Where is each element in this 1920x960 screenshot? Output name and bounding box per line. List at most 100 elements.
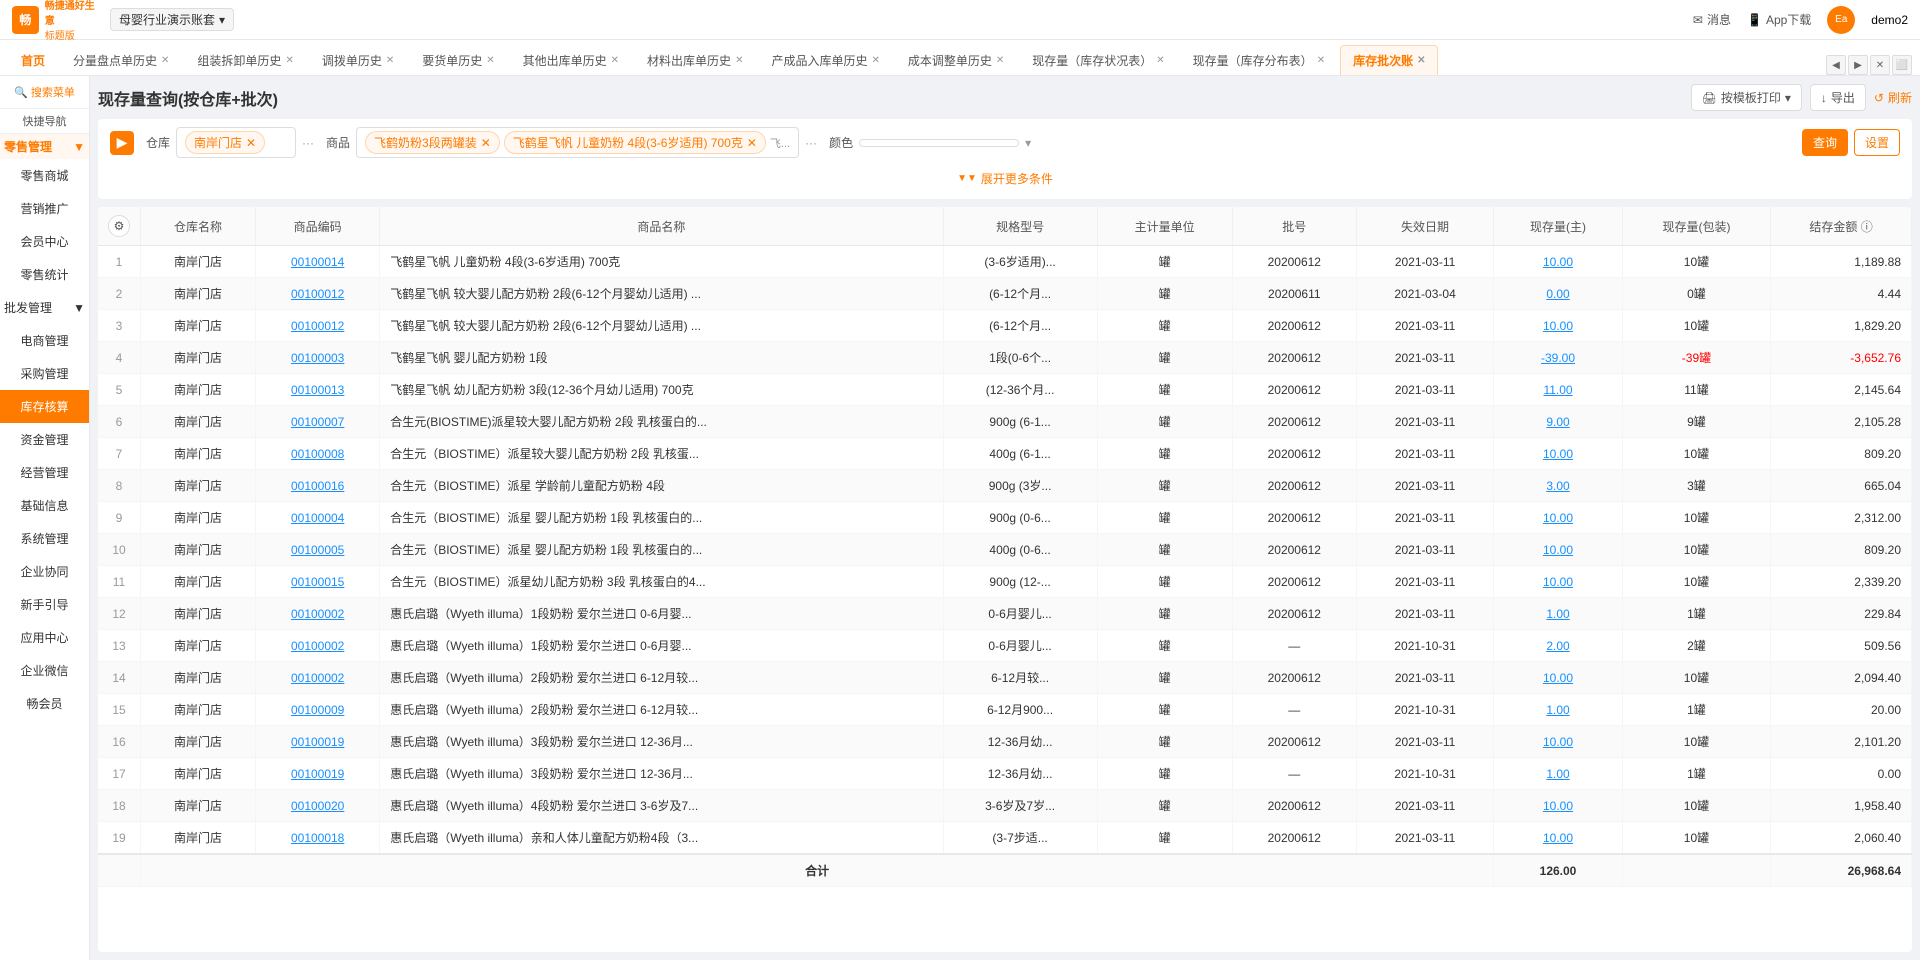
setting-button[interactable]: 设置 xyxy=(1854,129,1900,156)
filter-expand-arrow[interactable]: ▶ xyxy=(110,131,134,155)
color-input-box[interactable] xyxy=(859,139,1019,147)
cell-code[interactable]: 00100020 xyxy=(256,790,380,822)
sidebar-item-system[interactable]: 系统管理 xyxy=(0,522,89,555)
sidebar-item-member[interactable]: 会员中心 xyxy=(0,225,89,258)
refresh-button[interactable]: ↺ 刷新 xyxy=(1874,89,1912,106)
cell-qty-main[interactable]: 10.00 xyxy=(1494,534,1622,566)
close-icon-active[interactable]: ✕ xyxy=(1417,55,1425,66)
cell-code[interactable]: 00100015 xyxy=(256,566,380,598)
sidebar-item-ecommerce[interactable]: 电商管理 xyxy=(0,324,89,357)
sidebar-item-retail-stats[interactable]: 零售统计 xyxy=(0,258,89,291)
cell-code[interactable]: 00100008 xyxy=(256,438,380,470)
cell-qty-main[interactable]: 10.00 xyxy=(1494,502,1622,534)
product-more-icon[interactable]: ··· xyxy=(805,136,817,150)
cell-code[interactable]: 00100007 xyxy=(256,406,380,438)
tab-fenliangpandian[interactable]: 分量盘点单历史 ✕ xyxy=(60,45,182,75)
tab-xiancunliang1[interactable]: 现存量（库存状况表） ✕ xyxy=(1019,45,1177,75)
cell-qty-main[interactable]: 1.00 xyxy=(1494,694,1622,726)
print-button[interactable]: 🖨 按模板打印 ▾ xyxy=(1691,84,1802,111)
cell-code[interactable]: 00100002 xyxy=(256,598,380,630)
sidebar-item-operations[interactable]: 经营管理 xyxy=(0,456,89,489)
sidebar-nav-shortcuts[interactable]: 快捷导航 xyxy=(0,109,89,134)
cell-qty-main[interactable]: 2.00 xyxy=(1494,630,1622,662)
cell-qty-main[interactable]: 10.00 xyxy=(1494,726,1622,758)
cell-qty-main[interactable]: 10.00 xyxy=(1494,790,1622,822)
nav-maximize-button[interactable]: ⬜ xyxy=(1892,55,1912,75)
cell-qty-main[interactable]: 0.00 xyxy=(1494,278,1622,310)
tab-qitachuku[interactable]: 其他出库单历史 ✕ xyxy=(510,45,632,75)
close-icon[interactable]: ✕ xyxy=(996,55,1004,66)
warehouse-more-icon[interactable]: ··· xyxy=(302,136,314,150)
close-icon[interactable]: ✕ xyxy=(285,55,293,66)
sidebar-item-marketing[interactable]: 营销推广 xyxy=(0,192,89,225)
cell-code[interactable]: 00100005 xyxy=(256,534,380,566)
remove-warehouse-icon[interactable]: ✕ xyxy=(246,136,256,150)
cell-code[interactable]: 00100004 xyxy=(256,502,380,534)
sidebar-item-changhui[interactable]: 畅会员 xyxy=(0,687,89,720)
sidebar-item-guide[interactable]: 新手引导 xyxy=(0,588,89,621)
sidebar-item-retail-management[interactable]: 零售管理 ▼ xyxy=(0,134,89,159)
tab-yaohuo[interactable]: 要货单历史 ✕ xyxy=(409,45,507,75)
cell-code[interactable]: 00100012 xyxy=(256,278,380,310)
tab-kucunpici[interactable]: 库存批次账 ✕ xyxy=(1340,45,1438,75)
more-conditions-toggle[interactable]: ▼▼ 展开更多条件 xyxy=(110,166,1900,191)
close-icon[interactable]: ✕ xyxy=(161,55,169,66)
sidebar-search[interactable]: 🔍 搜索菜单 xyxy=(0,76,89,109)
tab-home[interactable]: 首页 xyxy=(8,45,58,75)
message-button[interactable]: ✉ 消息 xyxy=(1693,11,1731,28)
close-icon[interactable]: ✕ xyxy=(386,55,394,66)
tab-diaobodanhistory[interactable]: 调拨单历史 ✕ xyxy=(309,45,407,75)
cell-qty-main[interactable]: 11.00 xyxy=(1494,374,1622,406)
cell-code[interactable]: 00100019 xyxy=(256,758,380,790)
close-icon[interactable]: ✕ xyxy=(735,55,743,66)
sidebar-item-enterprise[interactable]: 企业协同 xyxy=(0,555,89,588)
nav-close-button[interactable]: ✕ xyxy=(1870,55,1890,75)
sidebar-item-finance[interactable]: 资金管理 xyxy=(0,423,89,456)
cell-code[interactable]: 00100014 xyxy=(256,246,380,278)
cell-code[interactable]: 00100002 xyxy=(256,662,380,694)
warehouse-input-box[interactable]: 南岸门店 ✕ xyxy=(176,127,296,158)
nav-right-button[interactable]: ▶ xyxy=(1848,55,1868,75)
cell-qty-main[interactable]: -39.00 xyxy=(1494,342,1622,374)
sidebar-item-retail-shop[interactable]: 零售商城 xyxy=(0,159,89,192)
cell-code[interactable]: 00100002 xyxy=(256,630,380,662)
close-icon[interactable]: ✕ xyxy=(1317,55,1325,66)
sidebar-item-inventory[interactable]: 库存核算 xyxy=(0,390,89,423)
breadcrumb-selector[interactable]: 母婴行业演示账套 ▾ xyxy=(110,8,234,31)
cell-code[interactable]: 00100016 xyxy=(256,470,380,502)
remove-product-tag1-icon[interactable]: ✕ xyxy=(481,136,491,150)
cell-qty-main[interactable]: 10.00 xyxy=(1494,310,1622,342)
sidebar-item-wholesale[interactable]: 批发管理 ▼ xyxy=(0,291,89,324)
cell-qty-main[interactable]: 10.00 xyxy=(1494,662,1622,694)
sidebar-item-basic[interactable]: 基础信息 xyxy=(0,489,89,522)
sidebar-item-wechat[interactable]: 企业微信 xyxy=(0,654,89,687)
tab-chengben[interactable]: 成本调整单历史 ✕ xyxy=(895,45,1017,75)
color-chevron-icon[interactable]: ▾ xyxy=(1025,136,1031,150)
cell-qty-main[interactable]: 1.00 xyxy=(1494,598,1622,630)
cell-qty-main[interactable]: 10.00 xyxy=(1494,822,1622,855)
close-icon[interactable]: ✕ xyxy=(1156,55,1164,66)
cell-code[interactable]: 00100003 xyxy=(256,342,380,374)
cell-qty-main[interactable]: 3.00 xyxy=(1494,470,1622,502)
cell-qty-main[interactable]: 1.00 xyxy=(1494,758,1622,790)
cell-qty-main[interactable]: 10.00 xyxy=(1494,246,1622,278)
cell-code[interactable]: 00100018 xyxy=(256,822,380,855)
close-icon[interactable]: ✕ xyxy=(871,55,879,66)
cell-qty-main[interactable]: 10.00 xyxy=(1494,566,1622,598)
cell-code[interactable]: 00100013 xyxy=(256,374,380,406)
cell-qty-main[interactable]: 9.00 xyxy=(1494,406,1622,438)
tab-chanpin[interactable]: 产成品入库单历史 ✕ xyxy=(758,45,892,75)
remove-product-tag2-icon[interactable]: ✕ xyxy=(747,136,757,150)
cell-qty-main[interactable]: 10.00 xyxy=(1494,438,1622,470)
column-settings-button[interactable]: ⚙ xyxy=(108,215,130,237)
nav-left-button[interactable]: ◀ xyxy=(1826,55,1846,75)
query-button[interactable]: 查询 xyxy=(1802,129,1848,156)
cell-code[interactable]: 00100009 xyxy=(256,694,380,726)
avatar[interactable]: Ea xyxy=(1827,6,1855,34)
close-icon[interactable]: ✕ xyxy=(611,55,619,66)
sidebar-item-purchase[interactable]: 采购管理 xyxy=(0,357,89,390)
tab-cailiaochuku[interactable]: 材料出库单历史 ✕ xyxy=(634,45,756,75)
product-input-box[interactable]: 飞鹤奶粉3段两罐装 ✕ 飞鹤星飞帆 儿童奶粉 4段(3-6岁适用) 700克 ✕… xyxy=(356,127,799,158)
app-download-button[interactable]: 📱 App下载 xyxy=(1747,11,1811,28)
cell-code[interactable]: 00100012 xyxy=(256,310,380,342)
